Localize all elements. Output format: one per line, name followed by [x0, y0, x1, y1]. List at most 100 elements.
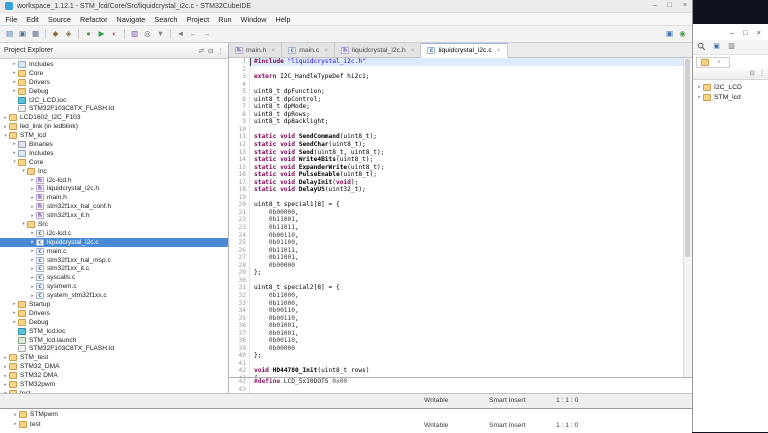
code-line[interactable]: 19	[229, 193, 684, 202]
code-line[interactable]: 20 uint8_t special1[8] = {	[229, 201, 684, 209]
tree-item-main-h[interactable]: ▸ h main.h	[0, 193, 228, 202]
save-all-icon[interactable]: ▦	[29, 28, 42, 40]
tree-item-startup[interactable]: ▸ Startup	[0, 300, 228, 309]
close-button[interactable]: ×	[683, 0, 687, 12]
editor-tab-main-h[interactable]: h main.h ×	[229, 43, 283, 57]
new-icon[interactable]: ▤	[3, 28, 16, 40]
save-icon[interactable]: ▣	[16, 28, 29, 40]
view-menu-icon[interactable]: ⋮	[218, 47, 225, 55]
menu-help[interactable]: Help	[271, 15, 295, 24]
tree-item-sysmem-c[interactable]: ▸ c sysmem.c	[0, 282, 228, 291]
caret-right-icon[interactable]: ▸	[29, 177, 36, 183]
code-line[interactable]: 6 uint8_t dpControl;	[229, 95, 684, 104]
tree-item-liquidcrystal-i2c-c[interactable]: ▸ c liquidcrystal_i2c.c	[0, 237, 228, 247]
code-line[interactable]: 13 static void Send(uint8_t, uint8_t);	[229, 148, 684, 157]
code-line[interactable]: 32 0b11000,	[229, 291, 684, 300]
caret-right-icon[interactable]: ▸	[11, 141, 18, 147]
tree-item-i2c-lcd-h[interactable]: ▸ h i2c-lcd.h	[0, 176, 228, 185]
search-icon[interactable]	[696, 42, 707, 52]
tree-item-debug[interactable]: ▸ Debug	[0, 318, 228, 327]
tree-item-led-link-in-ledblink[interactable]: ▸ led_link (in ledblink)	[0, 122, 228, 131]
new-project-icon[interactable]: ▧	[128, 28, 141, 40]
forward-icon[interactable]: →	[200, 28, 213, 40]
tree-item-src[interactable]: ▾ Src	[0, 220, 228, 229]
menu-file[interactable]: File	[1, 15, 22, 24]
tree-item-syscalls-c[interactable]: ▸ c syscalls.c	[0, 273, 228, 282]
code-line[interactable]: 37 0b01001,	[229, 329, 684, 338]
tree-item-drivers[interactable]: ▸ Drivers	[0, 309, 228, 318]
code-line[interactable]: 43	[229, 385, 692, 393]
caret-right-icon[interactable]: ▸	[12, 412, 19, 418]
tree-item-includes[interactable]: ▸ Includes	[0, 149, 228, 158]
editor-tab-liquidcrystal-i2c-h[interactable]: h liquidcrystal_i2c.h ×	[335, 43, 422, 57]
code-line[interactable]: 26 0b11011,	[229, 246, 684, 255]
tree-item-stm-lcd-launch[interactable]: STM_lcd.launch	[0, 336, 228, 345]
code-line[interactable]: 14 static void Write4Bits(uint8_t);	[229, 156, 684, 164]
code-line[interactable]: 4	[229, 80, 684, 89]
collapse-all-icon[interactable]: ⊟	[208, 47, 213, 55]
caret-right-icon[interactable]: ▸	[12, 421, 19, 427]
tree-item-binaries[interactable]: ▸ Binaries	[0, 140, 228, 149]
code-line[interactable]: 1 #include "liquidcrystal_i2c.h"	[229, 58, 684, 66]
code-line[interactable]: 18 static void DelayUS(uint32_t);	[229, 186, 684, 194]
link-with-editor-icon[interactable]: ⇄	[199, 47, 204, 55]
tree-item-stm32f1xx-hal-msp-c[interactable]: ▸ c stm32f1xx_hal_msp.c	[0, 256, 228, 265]
code-line[interactable]: 33 0b11000,	[229, 299, 684, 308]
tree-item-liquidcrystal-i2c-h[interactable]: ▸ h liquidcrystal_i2c.h	[0, 184, 228, 193]
caret-right-icon[interactable]: ▸	[29, 275, 36, 281]
caret-right-icon[interactable]: ▸	[29, 230, 36, 236]
tree-item-stm32f1xx-hal-conf-h[interactable]: ▸ h stm32f1xx_hal_conf.h	[0, 202, 228, 211]
back-minimize-button[interactable]: –	[730, 28, 734, 37]
tree-item-stm32f103c8tx-flash-ld[interactable]: STM32F103C8TX_FLASH.ld	[0, 345, 228, 354]
tree-item-core[interactable]: ▸ Core	[0, 69, 228, 78]
code-line[interactable]: 7 uint8_t dpMode;	[229, 103, 684, 111]
editor-tab-liquidcrystal-i2c-c[interactable]: c liquidcrystal_i2c.c ×	[421, 43, 508, 58]
back-bottom-tree-item-test[interactable]: ▸ test	[0, 420, 61, 430]
tree-item-stm-lcd[interactable]: ▾ STM_lcd	[0, 131, 228, 140]
close-tab-icon[interactable]: ×	[324, 47, 328, 54]
code-line[interactable]: 3 extern I2C_HandleTypeDef hi2c1;	[229, 73, 684, 81]
tree-item-debug[interactable]: ▸ Debug	[0, 87, 228, 96]
code-line[interactable]: 39 0b00000	[229, 344, 684, 353]
debug-perspective-icon[interactable]: ◉	[676, 28, 689, 40]
search-icon[interactable]: ◎	[141, 28, 154, 40]
close-tab-icon[interactable]: ×	[271, 47, 275, 54]
annotations-icon[interactable]: ▼	[154, 28, 167, 40]
close-tab-icon[interactable]: ×	[717, 59, 721, 66]
minimize-button[interactable]: –	[653, 0, 657, 12]
caret-right-icon[interactable]: ▸	[11, 310, 18, 316]
perspective-icon[interactable]: ▣	[711, 42, 722, 52]
caret-right-icon[interactable]: ▸	[29, 186, 36, 192]
tree-item-i2c-lcd-ioc[interactable]: I2C_LCD.ioc	[0, 96, 228, 105]
caret-down-icon[interactable]: ▾	[20, 221, 27, 227]
c-cpp-perspective-icon[interactable]: ▥	[726, 42, 737, 52]
caret-right-icon[interactable]: ▸	[2, 382, 9, 388]
caret-right-icon[interactable]: ▸	[11, 150, 18, 156]
caret-right-icon[interactable]: ▸	[2, 115, 9, 121]
caret-right-icon[interactable]: ▸	[29, 293, 36, 299]
tree-item-stm32f1xx-it-h[interactable]: ▸ h stm32f1xx_it.h	[0, 211, 228, 220]
code-line[interactable]: 28 0b00000	[229, 261, 684, 270]
editor-tab-main-c[interactable]: c main.c ×	[282, 43, 336, 57]
maximize-button[interactable]: □	[668, 0, 672, 12]
back-maximize-button[interactable]: □	[743, 28, 748, 37]
code-line[interactable]: 40};	[229, 352, 684, 360]
caret-right-icon[interactable]: ▸	[29, 257, 36, 263]
menu-source[interactable]: Source	[43, 15, 75, 24]
caret-right-icon[interactable]: ▸	[2, 373, 9, 379]
last-edit-location-icon[interactable]: ◄	[174, 28, 187, 40]
tree-item-system-stm32f1xx-c[interactable]: ▸ c system_stm32f1xx.c	[0, 291, 228, 300]
tree-item-i2c-lcd-c[interactable]: ▸ c i2c-lcd.c	[0, 229, 228, 238]
code-line[interactable]: 35 0b00110,	[229, 314, 684, 323]
c-cpp-perspective-icon[interactable]: ▣	[663, 28, 676, 40]
caret-right-icon[interactable]: ▸	[29, 284, 36, 290]
tree-item-stm32-dma[interactable]: ▸ STM32_DMA	[0, 362, 228, 371]
tree-item-stm32f103c8tx-flash-ld[interactable]: STM32F103C8TX_FLASH.ld	[0, 104, 228, 113]
build-all-icon[interactable]: ◈	[62, 28, 75, 40]
code-line[interactable]: 21 0b00000,	[229, 208, 684, 217]
tree-item-stm-test[interactable]: ▸ STM_test	[0, 353, 228, 362]
caret-right-icon[interactable]: ▸	[11, 301, 18, 307]
back-close-button[interactable]: ×	[757, 28, 761, 37]
code-line[interactable]: 29};	[229, 269, 684, 277]
back-bottom-tree-item-stmpwm[interactable]: ▸ STMpwm	[0, 410, 61, 420]
